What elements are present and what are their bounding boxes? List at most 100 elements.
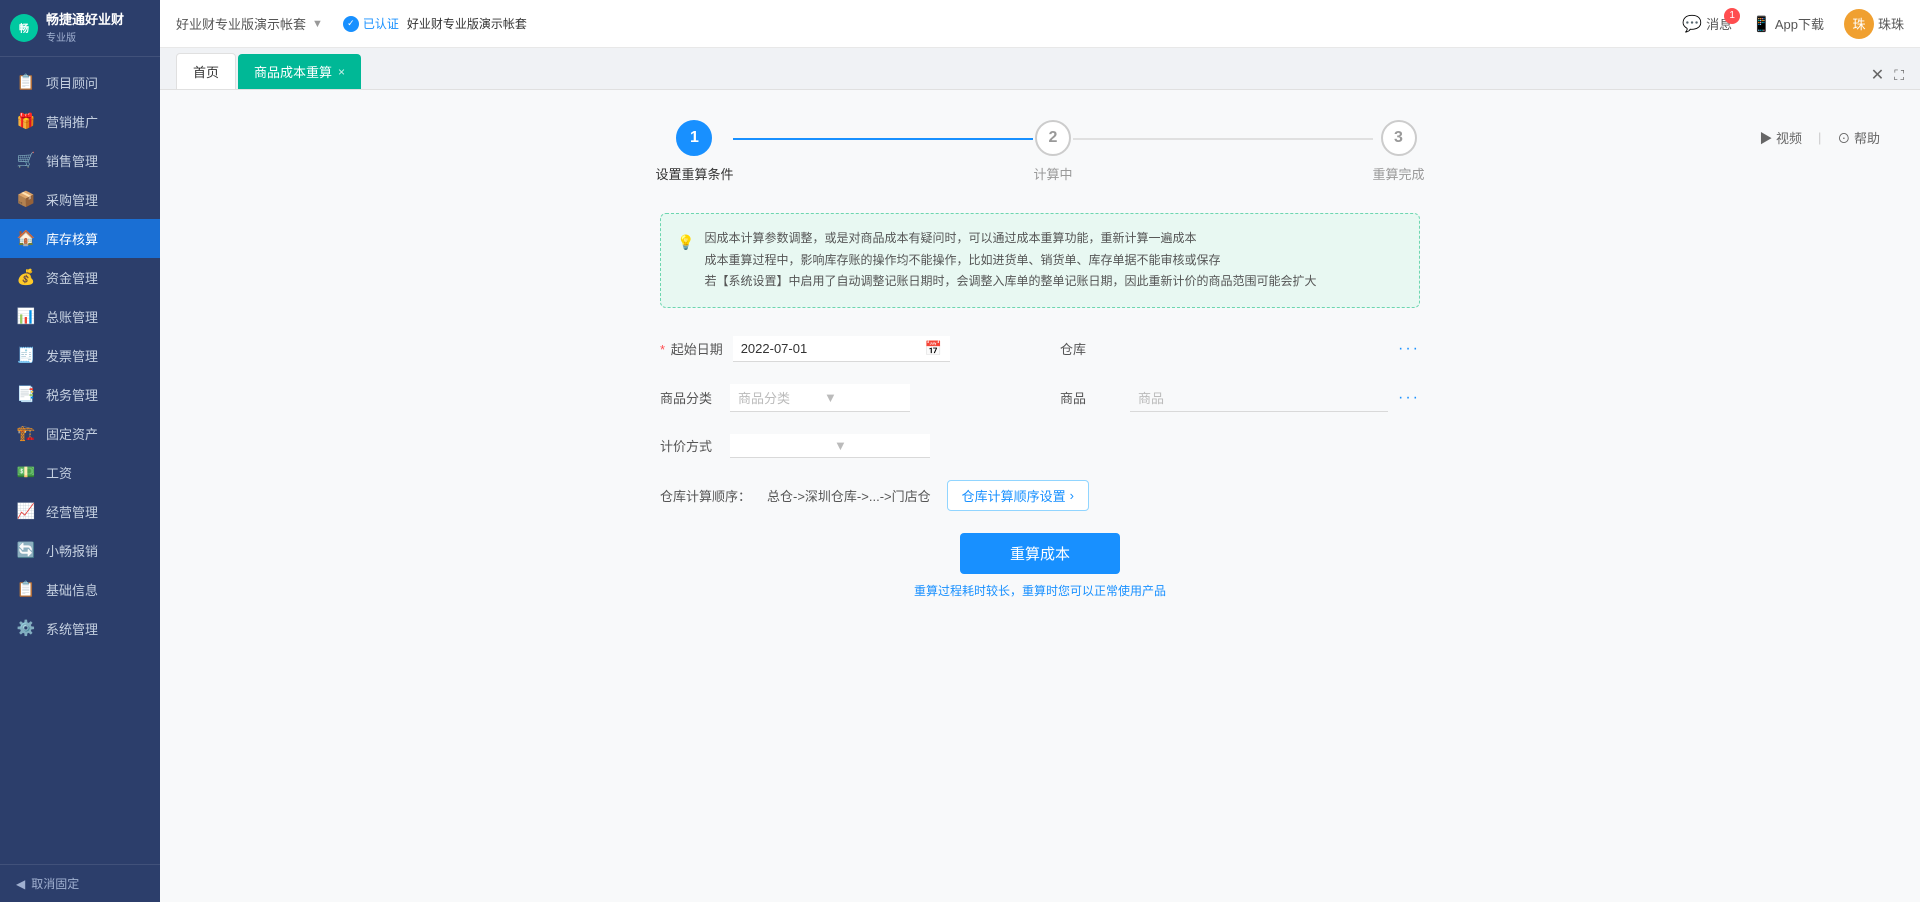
sidebar-item-label: 固定资产 xyxy=(46,424,98,443)
sidebar-item-purchase[interactable]: 📦 采购管理 xyxy=(0,180,160,219)
sidebar-item-label: 销售管理 xyxy=(46,151,98,170)
category-field: 商品分类 商品分类 ▼ xyxy=(660,384,1020,412)
main-area: 好业财专业版演示帐套 ▼ ✓ 已认证 好业财专业版演示帐套 💬 消息 1 📱 A… xyxy=(160,0,1920,902)
step-2-label: 计算中 xyxy=(1033,164,1072,183)
sidebar-item-label: 税务管理 xyxy=(46,385,98,404)
tab-actions: ✕ ⛶ xyxy=(1871,65,1904,89)
tab-cost-label: 商品成本重算 xyxy=(254,62,332,81)
warehouse-order-prefix: 仓库计算顺序： xyxy=(660,486,751,505)
operation-icon: 📈 xyxy=(16,502,36,520)
calendar-icon[interactable]: 📅 xyxy=(925,340,942,357)
sidebar: 畅 畅捷通好业财 专业版 📋 项目顾问 🎁 营销推广 🛒 销售管理 📦 采购管理… xyxy=(0,0,160,902)
sidebar-item-expense[interactable]: 🔄 小畅报销 xyxy=(0,531,160,570)
warehouse-order-settings-button[interactable]: 仓库计算顺序设置 › xyxy=(947,480,1089,511)
step-line-2 xyxy=(1073,138,1373,140)
tabs-bar: 首页 商品成本重算 × ✕ ⛶ xyxy=(160,48,1920,90)
start-date-input-wrapper[interactable]: 📅 xyxy=(733,336,950,362)
inventory-icon: 🏠 xyxy=(16,229,36,247)
sidebar-item-finance[interactable]: 💰 资金管理 xyxy=(0,258,160,297)
step-2: 2 计算中 xyxy=(1033,120,1072,183)
step-1-circle: 1 xyxy=(676,120,712,156)
sidebar-item-project[interactable]: 📋 项目顾问 xyxy=(0,63,160,102)
sidebar-item-operation[interactable]: 📈 经营管理 xyxy=(0,492,160,531)
unpin-icon: ◀ xyxy=(16,877,25,891)
marketing-icon: 🎁 xyxy=(16,112,36,130)
basic-icon: 📋 xyxy=(16,580,36,598)
category-label: 商品分类 xyxy=(660,388,720,407)
sidebar-item-salary[interactable]: 💵 工资 xyxy=(0,453,160,492)
info-line-1: 因成本计算参数调整，或是对商品成本有疑问时，可以通过成本重算功能，重新计算一遍成… xyxy=(704,228,1316,250)
warehouse-field: 仓库 ··· xyxy=(1060,339,1420,358)
step-2-circle: 2 xyxy=(1035,120,1071,156)
account-selector[interactable]: 好业财专业版演示帐套 ▼ xyxy=(176,14,323,33)
step-line-1 xyxy=(733,138,1033,140)
sidebar-item-inventory[interactable]: 🏠 库存核算 xyxy=(0,219,160,258)
message-icon: 💬 xyxy=(1682,14,1702,34)
step-3-circle: 3 xyxy=(1381,120,1417,156)
phone-icon: 📱 xyxy=(1752,15,1771,33)
start-date-field: * 起始日期 📅 xyxy=(660,336,1020,362)
invoice-icon: 🧾 xyxy=(16,346,36,364)
app-download-button[interactable]: 📱 App下载 xyxy=(1752,14,1824,33)
unpin-label: 取消固定 xyxy=(31,875,79,892)
finance-icon: 💰 xyxy=(16,268,36,286)
goods-select-button[interactable]: ··· xyxy=(1398,389,1420,407)
sidebar-item-sales[interactable]: 🛒 销售管理 xyxy=(0,141,160,180)
tax-icon: 📑 xyxy=(16,385,36,403)
sidebar-item-marketing[interactable]: 🎁 营销推广 xyxy=(0,102,160,141)
fixedassets-icon: 🏗️ xyxy=(16,424,36,442)
warehouse-label: 仓库 xyxy=(1060,339,1120,358)
info-box: 💡 因成本计算参数调整，或是对商品成本有疑问时，可以通过成本重算功能，重新计算一… xyxy=(660,213,1420,308)
video-button[interactable]: ▶ 视频 xyxy=(1759,128,1802,147)
pricing-field: 计价方式 ▼ xyxy=(660,434,1420,458)
submit-hint: 重算过程耗时较长，重算时您可以正常使用产品 xyxy=(660,582,1420,599)
sidebar-item-label: 系统管理 xyxy=(46,619,98,638)
content-area: 1 设置重算条件 2 计算中 3 重算完成 ▶ 视频 xyxy=(160,90,1920,902)
avatar: 珠 xyxy=(1844,9,1874,39)
sidebar-item-tax[interactable]: 📑 税务管理 xyxy=(0,375,160,414)
pricing-select[interactable]: ▼ xyxy=(730,434,930,458)
sidebar-item-fixedassets[interactable]: 🏗️ 固定资产 xyxy=(0,414,160,453)
account-name: 好业财专业版演示帐套 xyxy=(176,14,306,33)
category-select[interactable]: 商品分类 ▼ xyxy=(730,384,910,412)
goods-placeholder: 商品 xyxy=(1138,391,1164,406)
form-row-2: 商品分类 商品分类 ▼ 商品 商品 ··· xyxy=(660,384,1420,412)
tab-cost-recalc[interactable]: 商品成本重算 × xyxy=(238,54,361,89)
sidebar-item-basic[interactable]: 📋 基础信息 xyxy=(0,570,160,609)
tab-expand-icon[interactable]: ⛶ xyxy=(1894,67,1904,84)
sidebar-item-invoice[interactable]: 🧾 发票管理 xyxy=(0,336,160,375)
required-mark: * xyxy=(660,342,665,357)
app-edition: 专业版 xyxy=(46,29,124,44)
video-help-area: ▶ 视频 | ⊙ 帮助 xyxy=(1759,128,1880,147)
form-row-3: 计价方式 ▼ xyxy=(660,434,1420,458)
warehouse-select-button[interactable]: ··· xyxy=(1398,340,1420,358)
category-dropdown-icon: ▼ xyxy=(824,390,902,405)
category-placeholder: 商品分类 xyxy=(738,388,816,407)
info-line-3: 若【系统设置】中启用了自动调整记账日期时，会调整入库单的整单记账日期，因此重新计… xyxy=(704,271,1316,293)
sidebar-item-label: 基础信息 xyxy=(46,580,98,599)
user-avatar-button[interactable]: 珠 珠珠 xyxy=(1844,9,1904,39)
step-indicator: 1 设置重算条件 2 计算中 3 重算完成 ▶ 视频 xyxy=(200,120,1880,183)
help-button[interactable]: ⊙ 帮助 xyxy=(1837,128,1880,147)
tab-close-icon[interactable]: × xyxy=(338,65,345,79)
submit-button[interactable]: 重算成本 xyxy=(960,533,1120,574)
info-icon: 💡 xyxy=(677,230,694,293)
sidebar-item-system[interactable]: ⚙️ 系统管理 xyxy=(0,609,160,648)
purchase-icon: 📦 xyxy=(16,190,36,208)
sidebar-unpin-button[interactable]: ◀ 取消固定 xyxy=(0,864,160,902)
start-date-label: * 起始日期 xyxy=(660,339,723,358)
shield-icon: ✓ xyxy=(343,16,359,32)
tab-home[interactable]: 首页 xyxy=(176,53,236,89)
sidebar-item-accounting[interactable]: 📊 总账管理 xyxy=(0,297,160,336)
salary-icon: 💵 xyxy=(16,463,36,481)
message-button[interactable]: 💬 消息 1 xyxy=(1682,14,1732,34)
submit-btn-label: 重算成本 xyxy=(1010,546,1070,563)
pricing-label: 计价方式 xyxy=(660,436,720,455)
sidebar-item-label: 总账管理 xyxy=(46,307,98,326)
tab-close-window-icon[interactable]: ✕ xyxy=(1871,65,1884,85)
sidebar-item-label: 库存核算 xyxy=(46,229,98,248)
submit-area: 重算成本 重算过程耗时较长，重算时您可以正常使用产品 xyxy=(660,533,1420,599)
warehouse-order-value: 总仓->深圳仓库->...->门店仓 xyxy=(767,486,931,505)
accounting-icon: 📊 xyxy=(16,307,36,325)
start-date-input[interactable] xyxy=(741,341,917,356)
